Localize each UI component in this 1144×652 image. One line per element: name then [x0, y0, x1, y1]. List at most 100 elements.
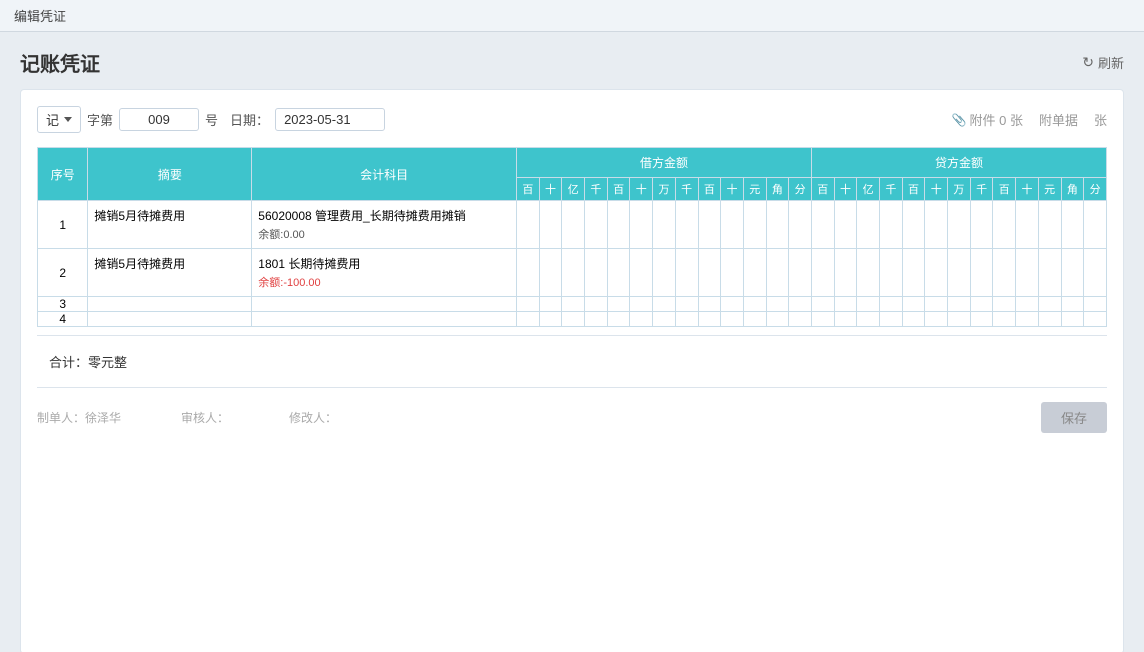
row-3-debit-10[interactable]: [743, 312, 766, 327]
row-3-debit-2[interactable]: [562, 312, 585, 327]
row-2-debit-3[interactable]: [585, 297, 608, 312]
row-0-debit-3[interactable]: [585, 201, 608, 249]
row-1-credit-11[interactable]: [1061, 249, 1084, 297]
row-1-debit-5[interactable]: [630, 249, 653, 297]
row-2-debit-8[interactable]: [698, 297, 721, 312]
row-3-credit-8[interactable]: [993, 312, 1016, 327]
row-1-account[interactable]: 1801 长期待摊费用余额:-100.00: [252, 249, 517, 297]
row-1-credit-12[interactable]: [1084, 249, 1107, 297]
row-3-credit-10[interactable]: [1038, 312, 1061, 327]
row-2-credit-5[interactable]: [925, 297, 948, 312]
row-1-debit-4[interactable]: [607, 249, 630, 297]
attach-link[interactable]: 📎 附件 0 张: [952, 110, 1023, 129]
row-1-debit-9[interactable]: [721, 249, 744, 297]
row-0-debit-9[interactable]: [721, 201, 744, 249]
row-3-debit-3[interactable]: [585, 312, 608, 327]
row-0-credit-2[interactable]: [857, 201, 880, 249]
row-0-debit-10[interactable]: [743, 201, 766, 249]
row-0-credit-9[interactable]: [1016, 201, 1039, 249]
row-1-debit-3[interactable]: [585, 249, 608, 297]
row-2-debit-7[interactable]: [675, 297, 698, 312]
row-1-summary[interactable]: 摊销5月待摊费用: [88, 249, 252, 297]
row-3-credit-3[interactable]: [880, 312, 903, 327]
row-1-credit-8[interactable]: [993, 249, 1016, 297]
row-2-credit-6[interactable]: [948, 297, 971, 312]
row-0-debit-8[interactable]: [698, 201, 721, 249]
row-1-debit-1[interactable]: [539, 249, 562, 297]
row-2-credit-2[interactable]: [857, 297, 880, 312]
type-dropdown[interactable]: 记: [37, 106, 81, 133]
row-3-debit-12[interactable]: [789, 312, 812, 327]
row-3-debit-7[interactable]: [675, 312, 698, 327]
row-2-credit-0[interactable]: [811, 297, 834, 312]
row-0-credit-8[interactable]: [993, 201, 1016, 249]
row-1-credit-4[interactable]: [902, 249, 925, 297]
row-3-debit-1[interactable]: [539, 312, 562, 327]
row-1-credit-6[interactable]: [948, 249, 971, 297]
row-2-account[interactable]: [252, 297, 517, 312]
row-1-credit-5[interactable]: [925, 249, 948, 297]
row-2-debit-2[interactable]: [562, 297, 585, 312]
date-input[interactable]: [275, 108, 385, 131]
row-3-credit-9[interactable]: [1016, 312, 1039, 327]
row-1-debit-11[interactable]: [766, 249, 789, 297]
row-0-debit-7[interactable]: [675, 201, 698, 249]
row-2-credit-11[interactable]: [1061, 297, 1084, 312]
row-3-debit-0[interactable]: [517, 312, 540, 327]
row-3-credit-7[interactable]: [970, 312, 993, 327]
row-0-debit-2[interactable]: [562, 201, 585, 249]
row-2-credit-12[interactable]: [1084, 297, 1107, 312]
row-1-credit-9[interactable]: [1016, 249, 1039, 297]
row-2-credit-9[interactable]: [1016, 297, 1039, 312]
row-1-debit-8[interactable]: [698, 249, 721, 297]
row-3-credit-2[interactable]: [857, 312, 880, 327]
row-0-credit-3[interactable]: [880, 201, 903, 249]
row-2-debit-4[interactable]: [607, 297, 630, 312]
row-2-debit-0[interactable]: [517, 297, 540, 312]
row-3-credit-4[interactable]: [902, 312, 925, 327]
row-1-credit-3[interactable]: [880, 249, 903, 297]
row-2-credit-3[interactable]: [880, 297, 903, 312]
row-0-credit-10[interactable]: [1038, 201, 1061, 249]
row-0-credit-11[interactable]: [1061, 201, 1084, 249]
row-1-debit-10[interactable]: [743, 249, 766, 297]
row-2-debit-12[interactable]: [789, 297, 812, 312]
row-3-credit-1[interactable]: [834, 312, 857, 327]
row-1-debit-0[interactable]: [517, 249, 540, 297]
refresh-button[interactable]: ↻ 刷新: [1082, 53, 1124, 72]
row-3-debit-4[interactable]: [607, 312, 630, 327]
row-0-credit-7[interactable]: [970, 201, 993, 249]
row-3-debit-6[interactable]: [653, 312, 676, 327]
row-3-account[interactable]: [252, 312, 517, 327]
row-0-credit-0[interactable]: [811, 201, 834, 249]
row-3-credit-6[interactable]: [948, 312, 971, 327]
row-0-debit-6[interactable]: [653, 201, 676, 249]
voucher-number-input[interactable]: [119, 108, 199, 131]
row-0-credit-1[interactable]: [834, 201, 857, 249]
row-0-account[interactable]: 56020008 管理费用_长期待摊费用摊销余额:0.00: [252, 201, 517, 249]
row-3-debit-5[interactable]: [630, 312, 653, 327]
row-2-debit-6[interactable]: [653, 297, 676, 312]
row-2-debit-11[interactable]: [766, 297, 789, 312]
row-1-credit-0[interactable]: [811, 249, 834, 297]
row-0-debit-4[interactable]: [607, 201, 630, 249]
row-2-credit-8[interactable]: [993, 297, 1016, 312]
row-0-credit-4[interactable]: [902, 201, 925, 249]
row-3-debit-9[interactable]: [721, 312, 744, 327]
row-1-credit-2[interactable]: [857, 249, 880, 297]
row-0-debit-5[interactable]: [630, 201, 653, 249]
row-3-credit-12[interactable]: [1084, 312, 1107, 327]
row-0-debit-0[interactable]: [517, 201, 540, 249]
save-button[interactable]: 保存: [1041, 402, 1107, 433]
row-1-credit-7[interactable]: [970, 249, 993, 297]
row-0-credit-12[interactable]: [1084, 201, 1107, 249]
row-1-credit-10[interactable]: [1038, 249, 1061, 297]
row-1-debit-12[interactable]: [789, 249, 812, 297]
row-2-debit-10[interactable]: [743, 297, 766, 312]
row-2-debit-9[interactable]: [721, 297, 744, 312]
row-3-credit-0[interactable]: [811, 312, 834, 327]
row-2-credit-4[interactable]: [902, 297, 925, 312]
row-3-credit-5[interactable]: [925, 312, 948, 327]
row-0-debit-12[interactable]: [789, 201, 812, 249]
row-0-debit-1[interactable]: [539, 201, 562, 249]
